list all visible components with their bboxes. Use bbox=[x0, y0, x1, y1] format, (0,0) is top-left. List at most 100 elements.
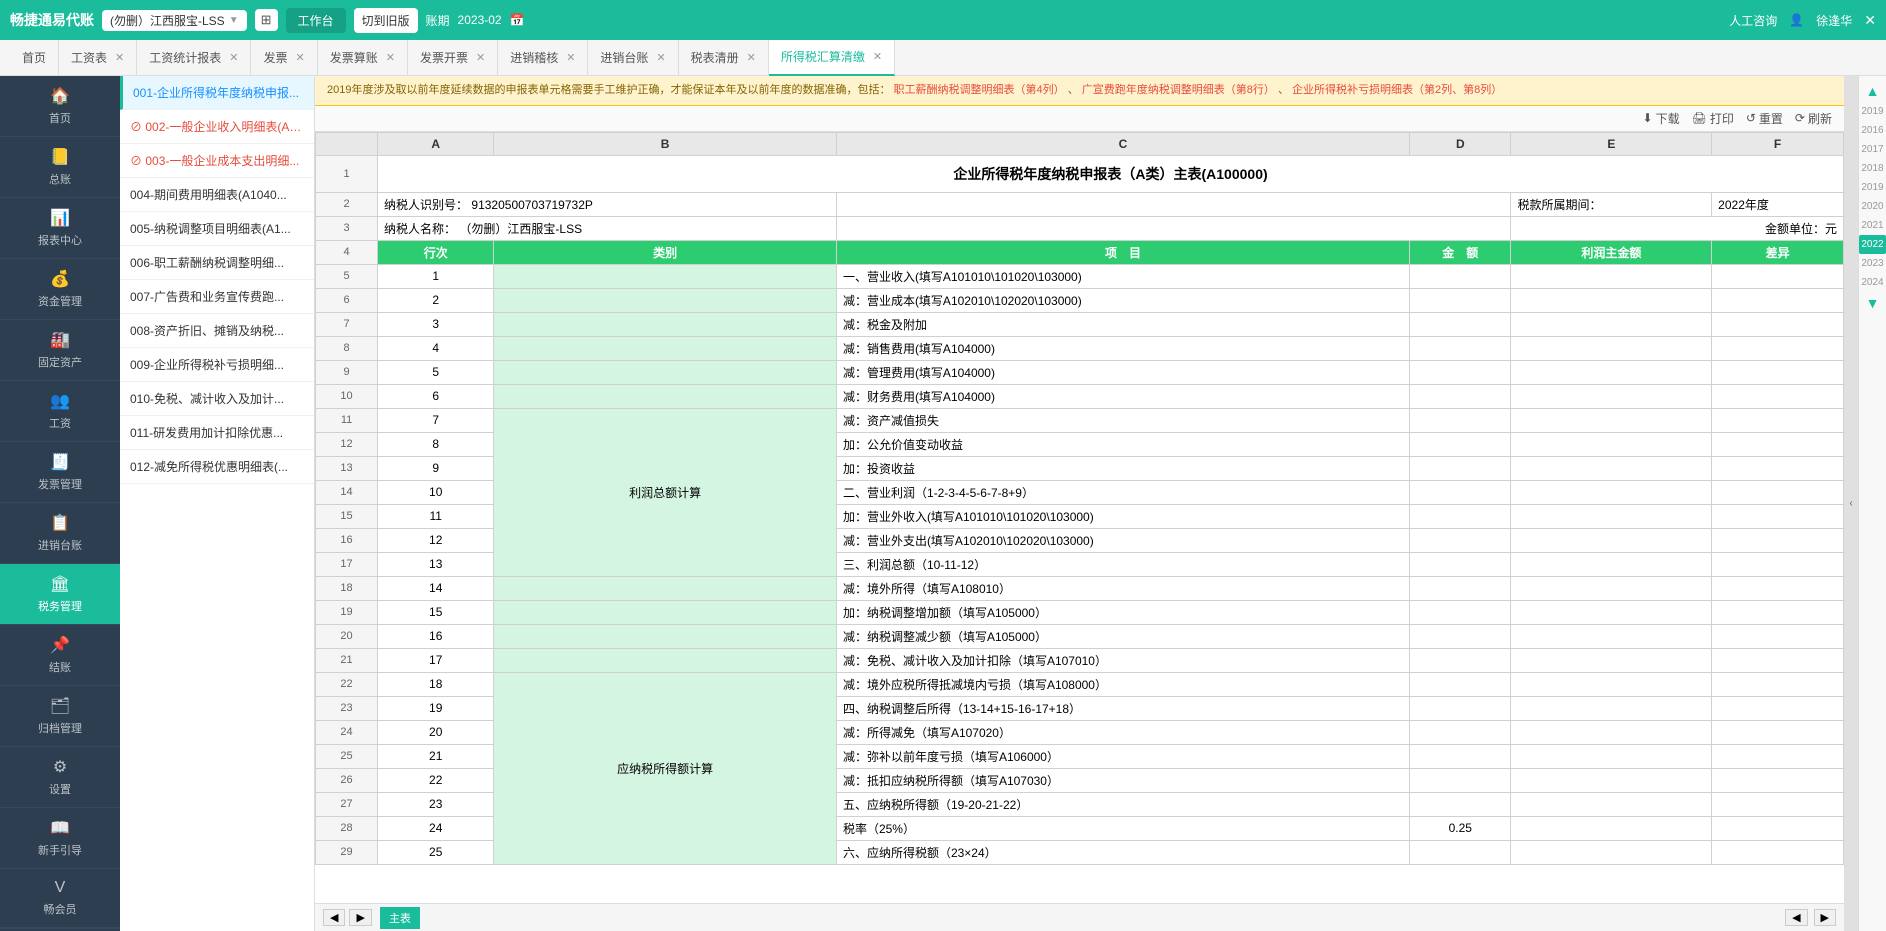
cell-6c: 减：营业成本(填写A102010\102020\103000) bbox=[836, 288, 1409, 312]
timeline-2021[interactable]: 2021 bbox=[1859, 216, 1886, 235]
tab-tax-list-close[interactable]: ✕ bbox=[747, 40, 756, 76]
tab-purchase-verify[interactable]: 进销稽核 ✕ bbox=[498, 40, 588, 76]
tab-wages-stats-close[interactable]: ✕ bbox=[229, 40, 238, 76]
cell-11d bbox=[1410, 408, 1511, 432]
tab-invoice-open-close[interactable]: ✕ bbox=[476, 40, 485, 76]
company-selector[interactable]: (勿删）江西服宝-LSS ▼ bbox=[102, 10, 247, 31]
report-item-006[interactable]: 006-职工薪酬纳税调整明细... bbox=[120, 246, 314, 280]
report-item-002[interactable]: 002-一般企业收入明细表(A1... bbox=[120, 110, 314, 144]
tab-purchase-ledger-close[interactable]: ✕ bbox=[656, 40, 665, 76]
sidebar-label-tax: 税务管理 bbox=[38, 598, 82, 614]
sidebar-item-member[interactable]: V 畅会员 bbox=[0, 869, 120, 928]
timeline-2023[interactable]: 2023 bbox=[1859, 254, 1886, 273]
old-version-button[interactable]: 切到旧版 bbox=[354, 8, 418, 33]
report-item-003[interactable]: 003-一般企业成本支出明细... bbox=[120, 144, 314, 178]
sidebar-item-archive[interactable]: 🗂 归档管理 bbox=[0, 686, 120, 747]
cell-23e bbox=[1511, 696, 1712, 720]
cell-11e bbox=[1511, 408, 1712, 432]
sheet-prev-btn[interactable]: ◀ bbox=[323, 909, 345, 926]
rownum-20: 20 bbox=[316, 624, 378, 648]
report-toolbar: ⬇ 下载 🖨 打印 ↺ 重置 ⟳ 刷新 bbox=[315, 106, 1844, 132]
ai-service[interactable]: 人工咨询 bbox=[1729, 12, 1777, 29]
report-item-004[interactable]: 004-期间费用明细表(A1040... bbox=[120, 178, 314, 212]
sheet-scroll-nav: ◀ ▶ bbox=[1785, 909, 1836, 926]
tab-wages[interactable]: 工资表 ✕ bbox=[59, 40, 137, 76]
report-item-007[interactable]: 007-广告费和业务宣传费跑... bbox=[120, 280, 314, 314]
cell-5a: 1 bbox=[378, 264, 494, 288]
tab-wages-close[interactable]: ✕ bbox=[115, 40, 124, 76]
sidebar-item-invoice-mgmt[interactable]: 🧾 发票管理 bbox=[0, 442, 120, 503]
sidebar-item-funds[interactable]: 💰 资金管理 bbox=[0, 259, 120, 320]
timeline-down-arrow[interactable]: ▼ bbox=[1863, 292, 1883, 314]
timeline-up-arrow[interactable]: ▲ bbox=[1863, 80, 1883, 102]
rownum-29: 29 bbox=[316, 840, 378, 864]
tab-income-tax-close[interactable]: ✕ bbox=[873, 39, 882, 75]
tab-wages-stats[interactable]: 工资统计报表 ✕ bbox=[137, 40, 251, 76]
report-item-005[interactable]: 005-纳税调整项目明细表(A1... bbox=[120, 212, 314, 246]
report-item-009[interactable]: 009-企业所得税补亏损明细... bbox=[120, 348, 314, 382]
tab-income-tax[interactable]: 所得税汇算清缴 ✕ bbox=[769, 40, 895, 76]
timeline-2016[interactable]: 2016 bbox=[1859, 121, 1886, 140]
timeline-2020[interactable]: 2020 bbox=[1859, 197, 1886, 216]
cell-6a: 2 bbox=[378, 288, 494, 312]
tab-home[interactable]: 首页 bbox=[10, 40, 59, 76]
sidebar-item-guide[interactable]: 📖 新手引导 bbox=[0, 808, 120, 869]
cell-8e bbox=[1511, 336, 1712, 360]
cell-20f bbox=[1712, 624, 1844, 648]
timeline-2019[interactable]: 2019 bbox=[1859, 102, 1886, 121]
tab-invoice-open[interactable]: 发票开票 ✕ bbox=[408, 40, 498, 76]
refresh-button[interactable]: ⟳ 刷新 bbox=[1795, 110, 1832, 127]
tab-tax-list[interactable]: 税表清册 ✕ bbox=[679, 40, 769, 76]
sidebar-item-close-period[interactable]: 📌 结账 bbox=[0, 625, 120, 686]
report-item-011[interactable]: 011-研发费用加计扣除优惠... bbox=[120, 416, 314, 450]
warning-link-3[interactable]: 企业所得税补亏损明细表（第2列、第8列） bbox=[1292, 84, 1502, 96]
table-row-2: 2 纳税人识别号： 91320500703719732P 税款所属期间： 202… bbox=[316, 192, 1844, 216]
sidebar-item-reports[interactable]: 📊 报表中心 bbox=[0, 198, 120, 259]
sidebar-item-settings[interactable]: ⚙ 设置 bbox=[0, 747, 120, 808]
timeline-2024[interactable]: 2024 bbox=[1859, 273, 1886, 292]
report-list: 001-企业所得税年度纳税申报... 002-一般企业收入明细表(A1... 0… bbox=[120, 76, 315, 931]
sidebar-item-ledger[interactable]: 📒 总账 bbox=[0, 137, 120, 198]
sidebar-item-wages[interactable]: 👥 工资 bbox=[0, 381, 120, 442]
tab-invoice-calc-close[interactable]: ✕ bbox=[386, 40, 395, 76]
report-item-008[interactable]: 008-资产折旧、摊销及纳税... bbox=[120, 314, 314, 348]
scroll-right-btn[interactable]: ▶ bbox=[1814, 909, 1836, 926]
close-window-icon[interactable]: ✕ bbox=[1864, 12, 1876, 29]
unit-cell: 金额单位：元 bbox=[1511, 216, 1844, 240]
timeline-2022[interactable]: 2022 bbox=[1859, 235, 1886, 254]
reset-button[interactable]: ↺ 重置 bbox=[1746, 110, 1783, 127]
tab-invoice[interactable]: 发票 ✕ bbox=[251, 40, 317, 76]
tab-invoice-calc[interactable]: 发票算账 ✕ bbox=[318, 40, 408, 76]
print-button[interactable]: 🖨 打印 bbox=[1692, 110, 1734, 127]
cell-22f bbox=[1712, 672, 1844, 696]
sheet-next-btn[interactable]: ▶ bbox=[349, 909, 371, 926]
scroll-left-btn[interactable]: ◀ bbox=[1785, 909, 1807, 926]
cell-27f bbox=[1712, 792, 1844, 816]
rownum-8: 8 bbox=[316, 336, 378, 360]
cell-21f bbox=[1712, 648, 1844, 672]
sidebar-item-tax[interactable]: 🏛 税务管理 bbox=[0, 564, 120, 625]
sidebar-item-sales-ledger[interactable]: 📋 进销台账 bbox=[0, 503, 120, 564]
tab-purchase-verify-close[interactable]: ✕ bbox=[566, 40, 575, 76]
timeline-2018[interactable]: 2018 bbox=[1859, 159, 1886, 178]
cell-29e bbox=[1511, 840, 1712, 864]
sidebar-item-assets[interactable]: 🏭 固定资产 bbox=[0, 320, 120, 381]
tab-invoice-close[interactable]: ✕ bbox=[296, 40, 305, 76]
warning-link-1[interactable]: 职工薪酬纳税调整明细表（第4列） bbox=[894, 84, 1065, 96]
warning-link-2[interactable]: 广宣费跑年度纳税调整明细表（第8行） bbox=[1082, 84, 1275, 96]
main-sheet-tab[interactable]: 主表 bbox=[380, 907, 420, 929]
collapse-panel-btn[interactable]: ‹ bbox=[1844, 76, 1858, 931]
report-item-010[interactable]: 010-免税、减计收入及加计... bbox=[120, 382, 314, 416]
timeline-2019b[interactable]: 2019 bbox=[1859, 178, 1886, 197]
tab-purchase-ledger[interactable]: 进销台账 ✕ bbox=[588, 40, 678, 76]
sidebar-item-home[interactable]: 🏠 首页 bbox=[0, 76, 120, 137]
timeline-2017[interactable]: 2017 bbox=[1859, 140, 1886, 159]
spreadsheet-container[interactable]: A B C D E F 1 企业所得税年度纳税申报表（A类）主表(A100000… bbox=[315, 132, 1844, 904]
copy-icon-btn[interactable]: ⊞ bbox=[255, 9, 278, 31]
report-item-001[interactable]: 001-企业所得税年度纳税申报... bbox=[120, 76, 314, 110]
report-item-012[interactable]: 012-减免所得税优惠明细表(... bbox=[120, 450, 314, 484]
workbench-button[interactable]: 工作台 bbox=[286, 8, 346, 33]
cell-13d bbox=[1410, 456, 1511, 480]
download-button[interactable]: ⬇ 下载 bbox=[1643, 110, 1680, 127]
table-row-9: 9 5 减：管理费用(填写A104000) bbox=[316, 360, 1844, 384]
